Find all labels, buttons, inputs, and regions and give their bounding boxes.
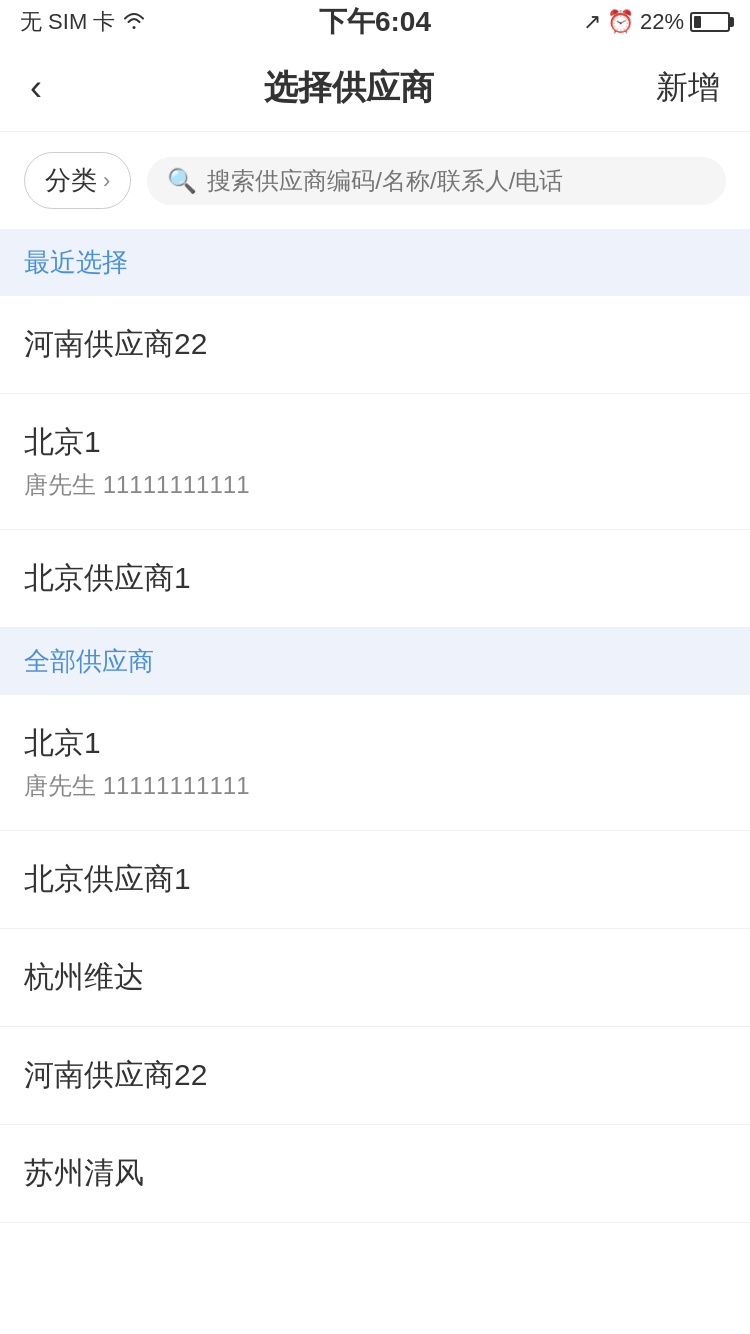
list-item[interactable]: 北京供应商1 [0, 831, 750, 929]
recent-section-header: 最近选择 [0, 229, 750, 296]
category-button[interactable]: 分类 › [24, 152, 131, 209]
category-label: 分类 [45, 163, 97, 198]
item-name: 苏州清风 [24, 1153, 726, 1194]
page-title: 选择供应商 [264, 65, 434, 111]
list-item[interactable]: 北京1 唐先生 11111111111 [0, 695, 750, 831]
battery-icon [690, 12, 730, 32]
item-name: 河南供应商22 [24, 324, 726, 365]
alarm-icon: ⏰ [607, 9, 634, 35]
item-name: 北京供应商1 [24, 859, 726, 900]
item-name: 北京1 [24, 723, 726, 764]
item-name: 河南供应商22 [24, 1055, 726, 1096]
recent-list: 河南供应商22 北京1 唐先生 11111111111 北京供应商1 [0, 296, 750, 628]
all-list: 北京1 唐先生 11111111111 北京供应商1 杭州维达河南供应商22 苏州清风 [0, 695, 750, 1223]
item-name: 杭州维达 [24, 957, 726, 998]
list-item[interactable]: 河南供应商22 [0, 296, 750, 394]
search-bar: 分类 › 🔍 [0, 132, 750, 229]
item-name: 北京1 [24, 422, 726, 463]
status-right: ↗ ⏰ 22% [583, 9, 730, 35]
list-item[interactable]: 杭州维达 [0, 929, 750, 1027]
carrier-label: 无 SIM 卡 [20, 7, 115, 37]
item-sub: 唐先生 11111111111 [24, 469, 726, 501]
status-time: 下午6:04 [319, 3, 431, 41]
wifi-icon [123, 9, 145, 35]
status-bar: 无 SIM 卡 下午6:04 ↗ ⏰ 22% [0, 0, 750, 44]
location-icon: ↗ [583, 9, 601, 35]
list-item[interactable]: 北京供应商1 [0, 530, 750, 628]
list-item[interactable]: 河南供应商22 [0, 1027, 750, 1125]
battery-label: 22% [640, 9, 684, 35]
all-section-header: 全部供应商 [0, 628, 750, 695]
back-button[interactable]: ‹ [30, 67, 42, 109]
status-left: 无 SIM 卡 [20, 7, 145, 37]
add-button[interactable]: 新增 [656, 66, 720, 110]
nav-bar: ‹ 选择供应商 新增 [0, 44, 750, 132]
list-item[interactable]: 苏州清风 [0, 1125, 750, 1223]
search-icon: 🔍 [167, 167, 197, 195]
item-sub: 唐先生 11111111111 [24, 770, 726, 802]
category-arrow-icon: › [103, 168, 110, 194]
item-name: 北京供应商1 [24, 558, 726, 599]
search-input[interactable] [207, 167, 706, 195]
list-item[interactable]: 北京1 唐先生 11111111111 [0, 394, 750, 530]
search-input-wrap[interactable]: 🔍 [147, 157, 726, 205]
